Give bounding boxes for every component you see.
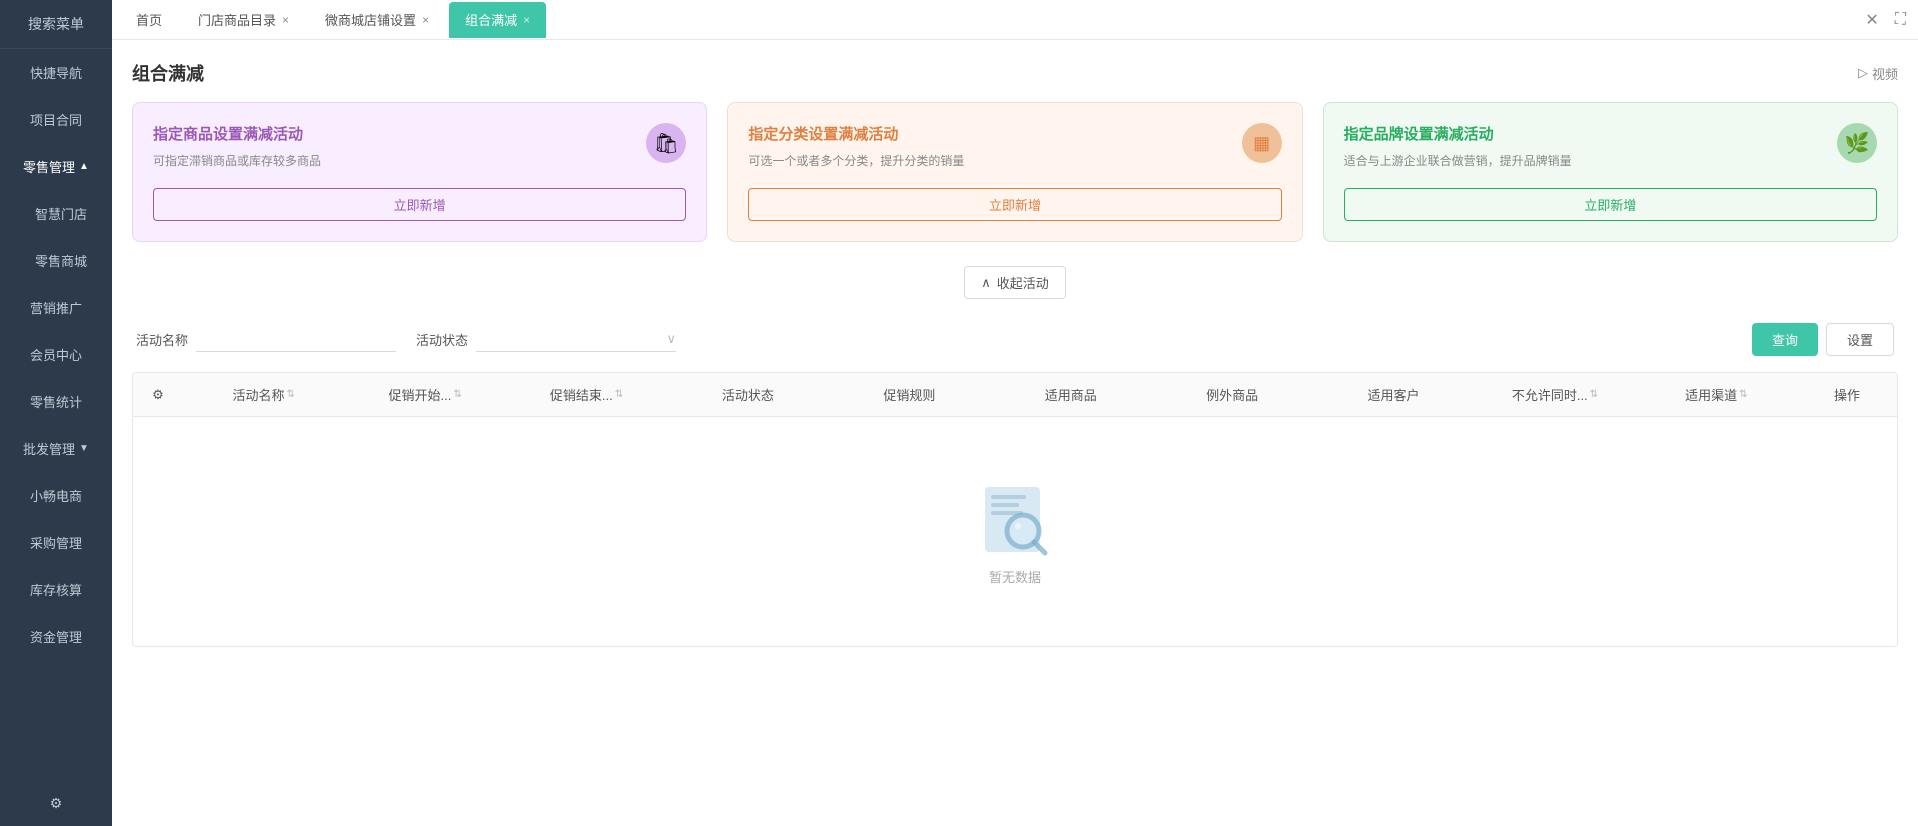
- sidebar-settings[interactable]: ⚙: [0, 781, 112, 826]
- sort-icon: ⇅: [453, 389, 461, 400]
- collapse-activity-button[interactable]: ∧ 收起活动: [964, 266, 1066, 299]
- th-except: 例外商品: [1151, 375, 1312, 414]
- tab-bar: 首页 门店商品目录 × 微商城店铺设置 × 组合满减 × ✕ ⛶: [112, 0, 1918, 40]
- th-products: 适用商品: [990, 375, 1151, 414]
- sidebar-item-member-center[interactable]: 会员中心: [0, 331, 112, 378]
- sidebar-search[interactable]: 搜索菜单: [0, 0, 112, 49]
- filter-row: 活动名称 活动状态 ∨ 查询 设置: [132, 323, 1898, 356]
- th-rule: 促销规则: [829, 375, 990, 414]
- gear-icon: ⚙: [152, 387, 164, 403]
- category-card-add-button[interactable]: 立即新增: [748, 188, 1281, 221]
- sort-icon: ⇅: [287, 389, 295, 400]
- sidebar-item-retail-stats[interactable]: 零售统计: [0, 378, 112, 425]
- empty-text: 暂无数据: [989, 567, 1041, 586]
- play-icon: ▷: [1858, 65, 1868, 81]
- tab-combo-discount[interactable]: 组合满减 ×: [449, 2, 546, 38]
- th-customers: 适用客户: [1313, 375, 1474, 414]
- sort-icon: ⇅: [1739, 389, 1747, 400]
- table-header: ⚙ 活动名称 ⇅ 促销开始... ⇅ 促销结束... ⇅ 活动状态: [133, 373, 1897, 417]
- th-name[interactable]: 活动名称 ⇅: [183, 375, 344, 414]
- th-no-overlap[interactable]: 不允许同时... ⇅: [1474, 375, 1635, 414]
- settings-button[interactable]: 设置: [1826, 323, 1894, 356]
- brand-activity-card: 🌿 指定品牌设置满减活动 适合与上游企业联合做营销，提升品牌销量 立即新增: [1323, 102, 1898, 242]
- brand-card-desc: 适合与上游企业联合做营销，提升品牌销量: [1344, 152, 1877, 169]
- filter-name-label: 活动名称: [136, 330, 188, 349]
- tab-wechat-store[interactable]: 微商城店铺设置 ×: [309, 2, 445, 38]
- th-end[interactable]: 促销结束... ⇅: [506, 375, 667, 414]
- brand-card-add-button[interactable]: 立即新增: [1344, 188, 1877, 221]
- close-window-button[interactable]: ✕: [1861, 6, 1882, 34]
- tab-home[interactable]: 首页: [120, 2, 178, 38]
- tab-actions: ✕ ⛶: [1861, 6, 1910, 34]
- video-link[interactable]: ▷ 视频: [1858, 64, 1898, 83]
- product-activity-card: 🛍 指定商品设置满减活动 可指定滞销商品或库存较多商品 立即新增: [132, 102, 707, 242]
- product-card-add-button[interactable]: 立即新增: [153, 188, 686, 221]
- filter-name-item: 活动名称: [136, 328, 396, 352]
- filter-status-label: 活动状态: [416, 330, 468, 349]
- page-title: 组合满减: [132, 60, 204, 86]
- sidebar-item-smart-store[interactable]: 智慧门店: [0, 190, 112, 237]
- filter-status-item: 活动状态 ∨: [416, 327, 676, 352]
- sort-icon: ⇅: [1590, 389, 1598, 400]
- category-card-title: 指定分类设置满减活动: [748, 123, 1281, 144]
- sidebar-item-xiaochangec[interactable]: 小畅电商: [0, 472, 112, 519]
- th-gear[interactable]: ⚙: [133, 377, 183, 413]
- content-area: 组合满减 ▷ 视频 🛍 指定商品设置满减活动 可指定滞销商品或库存较多商品 立即…: [112, 40, 1918, 826]
- category-card-icon: ▦: [1242, 123, 1282, 163]
- activity-table: ⚙ 活动名称 ⇅ 促销开始... ⇅ 促销结束... ⇅ 活动状态: [132, 372, 1898, 647]
- product-card-desc: 可指定滞销商品或库存较多商品: [153, 152, 686, 169]
- sidebar-item-inventory[interactable]: 库存核算: [0, 566, 112, 613]
- resize-window-button[interactable]: ⛶: [1891, 7, 1910, 33]
- page-header: 组合满减 ▷ 视频: [132, 60, 1898, 86]
- close-tab-combo-discount[interactable]: ×: [523, 13, 530, 27]
- activity-cards: 🛍 指定商品设置满减活动 可指定滞销商品或库存较多商品 立即新增 ▦ 指定分类设…: [132, 102, 1898, 242]
- filter-name-input[interactable]: [196, 328, 396, 352]
- close-tab-store-catalog[interactable]: ×: [282, 13, 289, 27]
- sidebar: 搜索菜单 快捷导航 项目合同 零售管理 ▲ 智慧门店 零售商城 营销推广 会员中…: [0, 0, 112, 826]
- empty-illustration: [965, 477, 1065, 567]
- category-card-desc: 可选一个或者多个分类，提升分类的销量: [748, 152, 1281, 169]
- th-ops: 操作: [1797, 375, 1897, 414]
- close-tab-wechat-store[interactable]: ×: [422, 13, 429, 27]
- empty-state: 暂无数据: [133, 417, 1897, 646]
- chevron-down-icon: ▼: [79, 443, 89, 454]
- th-channel[interactable]: 适用渠道 ⇅: [1636, 375, 1797, 414]
- filter-status-select[interactable]: ∨: [476, 327, 676, 352]
- sidebar-item-quick-nav[interactable]: 快捷导航: [0, 49, 112, 96]
- th-start[interactable]: 促销开始... ⇅: [344, 375, 505, 414]
- chevron-up-icon: ∧: [981, 275, 991, 291]
- sort-icon: ⇅: [615, 389, 623, 400]
- filter-actions: 查询 设置: [1752, 323, 1894, 356]
- product-card-title: 指定商品设置满减活动: [153, 123, 686, 144]
- gear-icon: ⚙: [50, 795, 63, 811]
- sidebar-item-project-contract[interactable]: 项目合同: [0, 96, 112, 143]
- dropdown-arrow-icon: ∨: [667, 331, 677, 347]
- sidebar-item-purchase-mgmt[interactable]: 采购管理: [0, 519, 112, 566]
- tab-store-catalog[interactable]: 门店商品目录 ×: [182, 2, 305, 38]
- sidebar-item-finance[interactable]: 资金管理: [0, 613, 112, 660]
- sidebar-item-marketing[interactable]: 营销推广: [0, 284, 112, 331]
- category-activity-card: ▦ 指定分类设置满减活动 可选一个或者多个分类，提升分类的销量 立即新增: [727, 102, 1302, 242]
- sidebar-item-retail-mall[interactable]: 零售商城: [0, 237, 112, 284]
- chevron-up-icon: ▲: [79, 161, 89, 172]
- th-status: 活动状态: [667, 375, 828, 414]
- sidebar-item-retail-mgmt[interactable]: 零售管理 ▲: [0, 143, 112, 190]
- brand-card-title: 指定品牌设置满减活动: [1344, 123, 1877, 144]
- query-button[interactable]: 查询: [1752, 323, 1818, 356]
- brand-card-icon: 🌿: [1837, 123, 1877, 163]
- collapse-bar: ∧ 收起活动: [132, 258, 1898, 307]
- main-area: 首页 门店商品目录 × 微商城店铺设置 × 组合满减 × ✕ ⛶ 组合满减 ▷ …: [112, 0, 1918, 826]
- sidebar-item-wholesale-mgmt[interactable]: 批发管理 ▼: [0, 425, 112, 472]
